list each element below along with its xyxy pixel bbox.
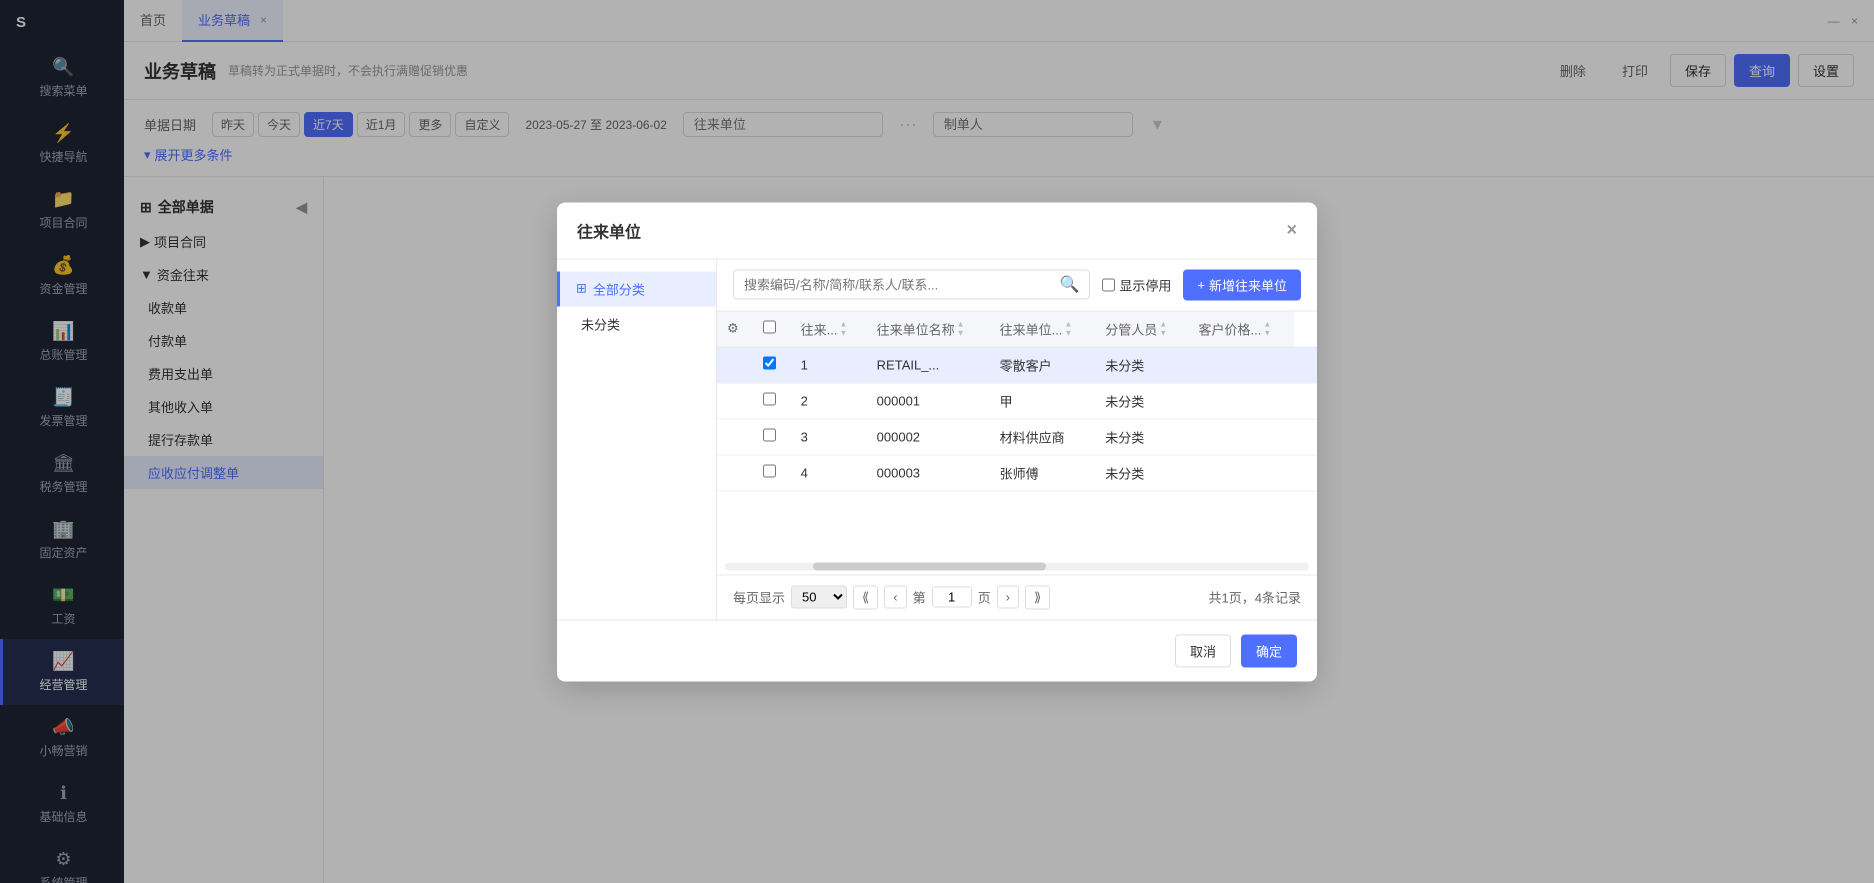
- horizontal-scrollbar[interactable]: [725, 562, 1309, 570]
- confirm-button[interactable]: 确定: [1241, 634, 1297, 667]
- table-row[interactable]: 4 000003 张师傅 未分类: [717, 455, 1317, 491]
- col-category-sort[interactable]: 往来单位... ▲▼: [1000, 319, 1073, 338]
- row1-manager: [1189, 347, 1295, 383]
- row2-price: [1294, 383, 1317, 419]
- col-checkbox[interactable]: [753, 311, 791, 347]
- total-info: 共1页，4条记录: [1209, 588, 1301, 607]
- table-row[interactable]: 1 RETAIL_... 零散客户 未分类: [717, 347, 1317, 383]
- modal-sidebar: ⊞ 全部分类 未分类: [557, 259, 717, 619]
- row3-name: 材料供应商: [990, 419, 1096, 455]
- row2-name: 甲: [990, 383, 1096, 419]
- row3-price: [1294, 419, 1317, 455]
- row3-category: 未分类: [1095, 419, 1188, 455]
- page-number-input[interactable]: [932, 587, 972, 608]
- page-last-button[interactable]: ⟫: [1025, 585, 1050, 609]
- row2-settings: [717, 383, 753, 419]
- row4-code: 000003: [867, 455, 990, 491]
- row1-price: [1294, 347, 1317, 383]
- col-price-sort[interactable]: 客户价格... ▲▼: [1199, 319, 1272, 338]
- modal-close-button[interactable]: ×: [1286, 220, 1297, 241]
- row2-manager: [1189, 383, 1295, 419]
- modal-toolbar: 🔍 显示停用 + 新增往来单位: [717, 259, 1317, 311]
- row4-price: [1294, 455, 1317, 491]
- grid-icon2: ⊞: [576, 281, 587, 297]
- settings-icon: ⚙: [727, 321, 739, 336]
- table-row[interactable]: 2 000001 甲 未分类: [717, 383, 1317, 419]
- modal-header: 往来单位 ×: [557, 202, 1317, 259]
- row1-category: 未分类: [1095, 347, 1188, 383]
- row3-manager: [1189, 419, 1295, 455]
- partner-modal: 往来单位 × ⊞ 全部分类 未分类 🔍 显示停用: [557, 202, 1317, 681]
- per-page-label: 每页显示: [733, 588, 785, 607]
- search-box: 🔍: [733, 270, 1090, 300]
- row3-settings: [717, 419, 753, 455]
- page-next-button[interactable]: ›: [997, 586, 1019, 609]
- col-code[interactable]: 往来... ▲▼: [791, 311, 867, 347]
- show-disabled-checkbox[interactable]: 显示停用: [1102, 275, 1171, 294]
- col-category[interactable]: 往来单位... ▲▼: [990, 311, 1096, 347]
- row4-category: 未分类: [1095, 455, 1188, 491]
- new-partner-button[interactable]: + 新增往来单位: [1183, 269, 1301, 300]
- modal-footer: 每页显示 50 100 ⟪ ‹ 第 页 › ⟫ 共1页，4条记录: [717, 574, 1317, 619]
- row3-checkbox[interactable]: [753, 419, 791, 455]
- row4-manager: [1189, 455, 1295, 491]
- page-label-suffix: 页: [978, 588, 991, 607]
- modal-content: 🔍 显示停用 + 新增往来单位 ⚙: [717, 259, 1317, 619]
- page-prev-button[interactable]: ‹: [884, 586, 906, 609]
- show-disabled-input[interactable]: [1102, 278, 1115, 291]
- cancel-button[interactable]: 取消: [1175, 634, 1231, 667]
- row4-num: 4: [791, 455, 867, 491]
- new-partner-label: 新增往来单位: [1209, 275, 1287, 294]
- page-label-prefix: 第: [913, 588, 926, 607]
- scrollbar-thumb[interactable]: [813, 562, 1047, 570]
- modal-title: 往来单位: [577, 218, 641, 242]
- row1-checkbox[interactable]: [753, 347, 791, 383]
- search-icon2: 🔍: [1059, 275, 1079, 295]
- show-disabled-label: 显示停用: [1119, 275, 1171, 294]
- row4-name: 张师傅: [990, 455, 1096, 491]
- col-manager-sort[interactable]: 分管人员 ▲▼: [1105, 319, 1167, 338]
- table-row[interactable]: 3 000002 材料供应商 未分类: [717, 419, 1317, 455]
- row4-settings: [717, 455, 753, 491]
- col-name[interactable]: 往来单位名称 ▲▼: [867, 311, 990, 347]
- row4-checkbox[interactable]: [753, 455, 791, 491]
- select-all-checkbox[interactable]: [763, 321, 776, 334]
- modal-table: ⚙ 往来... ▲▼ 往来单位名称: [717, 311, 1317, 558]
- row3-num: 3: [791, 419, 867, 455]
- pagination: 每页显示 50 100 ⟪ ‹ 第 页 › ⟫: [733, 585, 1050, 609]
- row2-num: 2: [791, 383, 867, 419]
- col-manager[interactable]: 分管人员 ▲▼: [1095, 311, 1188, 347]
- col-price[interactable]: 客户价格... ▲▼: [1189, 311, 1295, 347]
- col-settings[interactable]: ⚙: [717, 311, 753, 347]
- modal-actions: 取消 确定: [557, 619, 1317, 681]
- col-name-sort[interactable]: 往来单位名称 ▲▼: [877, 319, 965, 338]
- col-code-sort[interactable]: 往来... ▲▼: [801, 319, 848, 338]
- modal-sidebar-all-label: 全部分类: [593, 279, 645, 298]
- modal-body: ⊞ 全部分类 未分类 🔍 显示停用 + 新增往来单: [557, 259, 1317, 619]
- row2-category: 未分类: [1095, 383, 1188, 419]
- modal-search-input[interactable]: [744, 277, 1053, 292]
- modal-sidebar-unclassified-label: 未分类: [581, 314, 620, 333]
- row2-code: 000001: [867, 383, 990, 419]
- row1-code: RETAIL_...: [867, 347, 990, 383]
- row1-name: 零散客户: [990, 347, 1096, 383]
- plus-icon: +: [1197, 277, 1205, 292]
- per-page-select[interactable]: 50 100: [791, 586, 847, 609]
- row1-settings: [717, 347, 753, 383]
- modal-sidebar-all[interactable]: ⊞ 全部分类: [557, 271, 716, 306]
- row1-num: 1: [791, 347, 867, 383]
- row2-checkbox[interactable]: [753, 383, 791, 419]
- row3-code: 000002: [867, 419, 990, 455]
- modal-sidebar-unclassified[interactable]: 未分类: [557, 306, 716, 341]
- page-first-button[interactable]: ⟪: [853, 585, 878, 609]
